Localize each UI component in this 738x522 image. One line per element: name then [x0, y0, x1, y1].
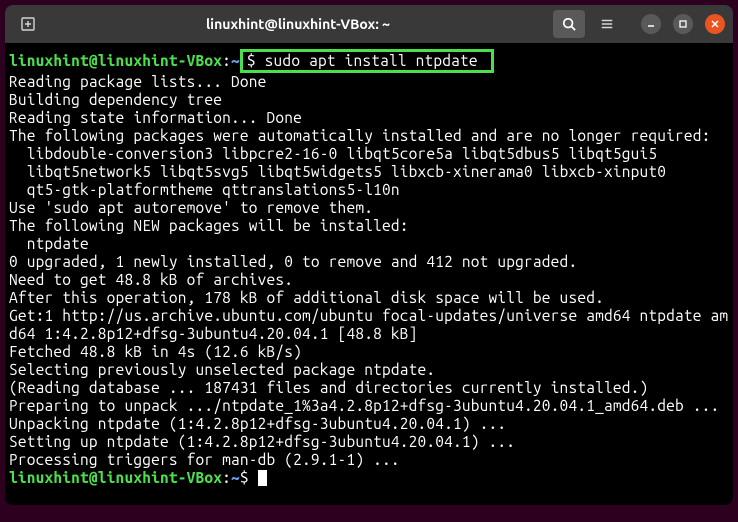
output-line: Processing triggers for man-db (2.9.1-1)… [9, 451, 729, 469]
prompt-line-2: linuxhint@linuxhint-VBox:~$ [9, 469, 729, 487]
search-icon [562, 17, 576, 31]
window-controls [641, 14, 725, 34]
output-line: Preparing to unpack .../ntpdate_1%3a4.2.… [9, 397, 729, 415]
close-button[interactable] [705, 14, 725, 34]
new-tab-button[interactable] [13, 11, 43, 37]
prompt-colon: : [222, 469, 231, 486]
output-line: ntpdate [9, 235, 729, 253]
prompt-user: linuxhint@linuxhint-VBox [9, 52, 222, 69]
close-icon [710, 19, 720, 29]
terminal-window: linuxhint@linuxhint-VBox: ~ [5, 5, 733, 505]
titlebar: linuxhint@linuxhint-VBox: ~ [5, 5, 733, 43]
output-line: Setting up ntpdate (1:4.2.8p12+dfsg-3ubu… [9, 433, 729, 451]
output-line: Selecting previously unselected package … [9, 361, 729, 379]
maximize-icon [678, 19, 688, 29]
prompt-dollar: $ [247, 52, 256, 69]
minimize-icon [646, 19, 656, 29]
minimize-button[interactable] [641, 14, 661, 34]
output-line: Reading state information... Done [9, 109, 729, 127]
cursor [258, 470, 267, 486]
output-line: Use 'sudo apt autoremove' to remove them… [9, 199, 729, 217]
output-line: qt5-gtk-platformtheme qttranslations5-l1… [9, 181, 729, 199]
output-line: (Reading database ... 187431 files and d… [9, 379, 729, 397]
plus-box-icon [20, 16, 36, 32]
output-line: After this operation, 178 kB of addition… [9, 289, 729, 307]
output-line: Unpacking ntpdate (1:4.2.8p12+dfsg-3ubun… [9, 415, 729, 433]
terminal-content[interactable]: linuxhint@linuxhint-VBox:~$ sudo apt ins… [5, 43, 733, 505]
output-line: The following packages were automaticall… [9, 127, 729, 145]
prompt-dollar: $ [240, 469, 249, 486]
output-line: libdouble-conversion3 libpcre2-16-0 libq… [9, 145, 729, 163]
hamburger-icon [600, 17, 614, 31]
output-line: Building dependency tree [9, 91, 729, 109]
output-line: The following NEW packages will be insta… [9, 217, 729, 235]
window-title: linuxhint@linuxhint-VBox: ~ [49, 16, 547, 32]
prompt-path: ~ [231, 469, 240, 486]
prompt-colon: : [222, 52, 231, 69]
command-text: sudo apt install ntpdate [256, 52, 487, 69]
menu-button[interactable] [591, 10, 623, 38]
maximize-button[interactable] [673, 14, 693, 34]
output-line: Fetched 48.8 kB in 4s (12.6 kB/s) [9, 343, 729, 361]
output-line: Get:1 http://us.archive.ubuntu.com/ubunt… [9, 307, 729, 343]
highlighted-command: $ sudo apt install ntpdate [240, 49, 494, 73]
output-line: Reading package lists... Done [9, 73, 729, 91]
output-line: Need to get 48.8 kB of archives. [9, 271, 729, 289]
prompt-line-1: linuxhint@linuxhint-VBox:~$ sudo apt ins… [9, 49, 729, 73]
output-line: libqt5network5 libqt5svg5 libqt5widgets5… [9, 163, 729, 181]
prompt-user: linuxhint@linuxhint-VBox [9, 469, 222, 486]
prompt-path: ~ [231, 52, 240, 69]
output-line: 0 upgraded, 1 newly installed, 0 to remo… [9, 253, 729, 271]
search-button[interactable] [553, 10, 585, 38]
